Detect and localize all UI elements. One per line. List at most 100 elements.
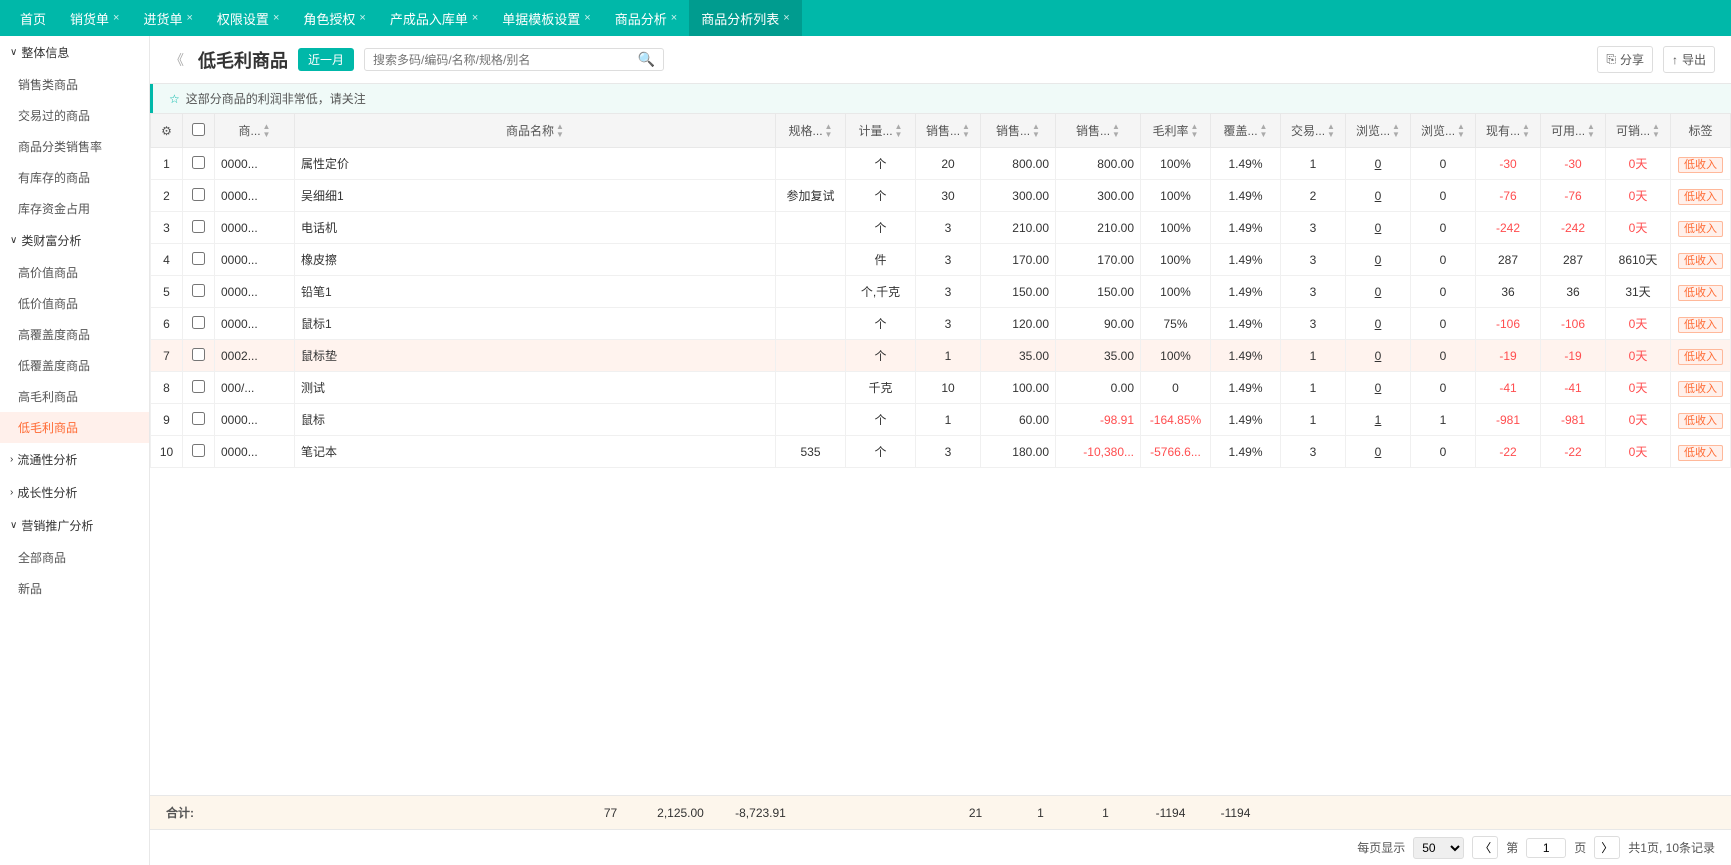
collapse-sidebar-button[interactable]: 《 [166,48,188,72]
date-filter-button[interactable]: 近一月 [298,48,354,71]
close-icon[interactable]: × [783,12,789,24]
sidebar-item-sales-goods[interactable]: 销售类商品 [0,69,149,100]
close-icon[interactable]: × [671,12,677,24]
sidebar-section-overall[interactable]: ∨ 整体信息 [0,36,149,69]
row-select-checkbox[interactable] [192,444,205,457]
row-select-checkbox[interactable] [192,188,205,201]
row-select-checkbox[interactable] [192,380,205,393]
nav-purchase[interactable]: 进货单× [131,0,204,36]
nav-product-entry[interactable]: 产成品入库单× [378,0,490,36]
th-available[interactable]: 可用... ▲▼ [1541,114,1606,148]
row-checkbox[interactable] [183,308,215,340]
select-all-checkbox[interactable] [192,123,205,136]
row-select-checkbox[interactable] [192,348,205,361]
close-icon[interactable]: × [359,12,365,24]
close-icon[interactable]: × [273,12,279,24]
th-checkbox[interactable] [183,114,215,148]
row-select-checkbox[interactable] [192,220,205,233]
sidebar-item-low-margin[interactable]: 低毛利商品 [0,412,149,443]
row-view1[interactable]: 0 [1346,276,1411,308]
next-page-button[interactable]: 〉 [1594,836,1620,859]
close-icon[interactable]: × [113,12,119,24]
nav-home[interactable]: 首页 [8,0,58,36]
sidebar-item-high-value[interactable]: 高价值商品 [0,257,149,288]
th-unit[interactable]: 计量... ▲▼ [846,114,916,148]
row-name[interactable]: 笔记本 [295,436,776,468]
close-icon[interactable]: × [584,12,590,24]
row-checkbox[interactable] [183,276,215,308]
th-settings[interactable]: ⚙ [151,114,183,148]
row-view1[interactable]: 0 [1346,180,1411,212]
row-checkbox[interactable] [183,340,215,372]
row-select-checkbox[interactable] [192,284,205,297]
sidebar-item-traded-goods[interactable]: 交易过的商品 [0,100,149,131]
per-page-select[interactable]: 50 20 100 [1413,837,1464,859]
sidebar-item-low-coverage[interactable]: 低覆盖度商品 [0,350,149,381]
sidebar-item-low-value[interactable]: 低价值商品 [0,288,149,319]
sidebar-section-growth[interactable]: › 成长性分析 [0,476,149,509]
row-name[interactable]: 吴细细1 [295,180,776,212]
sidebar-section-wealth[interactable]: ∨ 类财富分析 [0,224,149,257]
row-name[interactable]: 鼠标垫 [295,340,776,372]
sidebar-item-high-margin[interactable]: 高毛利商品 [0,381,149,412]
row-name[interactable]: 测试 [295,372,776,404]
th-sales-profit[interactable]: 销售... ▲▼ [1056,114,1141,148]
close-icon[interactable]: × [472,12,478,24]
row-name[interactable]: 橡皮擦 [295,244,776,276]
th-sales-amount[interactable]: 销售... ▲▼ [981,114,1056,148]
row-name[interactable]: 铅笔1 [295,276,776,308]
row-name[interactable]: 属性定价 [295,148,776,180]
search-input[interactable] [373,53,638,67]
row-view1[interactable]: 0 [1346,340,1411,372]
row-select-checkbox[interactable] [192,156,205,169]
table-container[interactable]: ⚙ 商... ▲▼ 商品名称 [150,113,1731,795]
th-tag[interactable]: 标签 [1671,114,1731,148]
row-view1[interactable]: 0 [1346,148,1411,180]
sidebar-item-stock-capital[interactable]: 库存资金占用 [0,193,149,224]
th-coverage[interactable]: 覆盖... ▲▼ [1211,114,1281,148]
sidebar-item-high-coverage[interactable]: 高覆盖度商品 [0,319,149,350]
th-code[interactable]: 商... ▲▼ [215,114,295,148]
nav-template[interactable]: 单据模板设置× [490,0,602,36]
row-name[interactable]: 鼠标1 [295,308,776,340]
row-checkbox[interactable] [183,404,215,436]
th-trade[interactable]: 交易... ▲▼ [1281,114,1346,148]
close-icon[interactable]: × [186,12,192,24]
th-name[interactable]: 商品名称 ▲▼ [295,114,776,148]
sidebar-item-all-goods[interactable]: 全部商品 [0,542,149,573]
th-gross-margin[interactable]: 毛利率 ▲▼ [1141,114,1211,148]
th-view1[interactable]: 浏览... ▲▼ [1346,114,1411,148]
prev-page-button[interactable]: 〈 [1472,836,1498,859]
share-button[interactable]: ⎘ 分享 [1597,46,1653,73]
page-number-input[interactable] [1526,838,1566,858]
row-checkbox[interactable] [183,212,215,244]
settings-icon[interactable]: ⚙ [161,124,172,138]
nav-permissions[interactable]: 权限设置× [205,0,291,36]
nav-product-analysis-list[interactable]: 商品分析列表× [689,0,801,36]
row-select-checkbox[interactable] [192,412,205,425]
row-view1[interactable]: 0 [1346,308,1411,340]
sidebar-section-liquidity[interactable]: › 流通性分析 [0,443,149,476]
th-spec[interactable]: 规格... ▲▼ [776,114,846,148]
row-view1[interactable]: 0 [1346,212,1411,244]
th-sales-count[interactable]: 销售... ▲▼ [916,114,981,148]
row-checkbox[interactable] [183,148,215,180]
sidebar-section-marketing[interactable]: ∨ 营销推广分析 [0,509,149,542]
th-view2[interactable]: 浏览... ▲▼ [1411,114,1476,148]
export-button[interactable]: ↑ 导出 [1663,46,1715,73]
row-view1[interactable]: 0 [1346,244,1411,276]
nav-product-analysis[interactable]: 商品分析× [603,0,689,36]
row-checkbox[interactable] [183,244,215,276]
sidebar-item-stocked-goods[interactable]: 有库存的商品 [0,162,149,193]
row-checkbox[interactable] [183,180,215,212]
sidebar-item-category-rate[interactable]: 商品分类销售率 [0,131,149,162]
nav-role[interactable]: 角色授权× [291,0,377,36]
row-name[interactable]: 电话机 [295,212,776,244]
sidebar-item-new-goods[interactable]: 新品 [0,573,149,604]
row-view1[interactable]: 0 [1346,436,1411,468]
th-current-stock[interactable]: 现有... ▲▼ [1476,114,1541,148]
th-saleable[interactable]: 可销... ▲▼ [1606,114,1671,148]
nav-sales[interactable]: 销货单× [58,0,131,36]
row-view1[interactable]: 1 [1346,404,1411,436]
row-select-checkbox[interactable] [192,316,205,329]
